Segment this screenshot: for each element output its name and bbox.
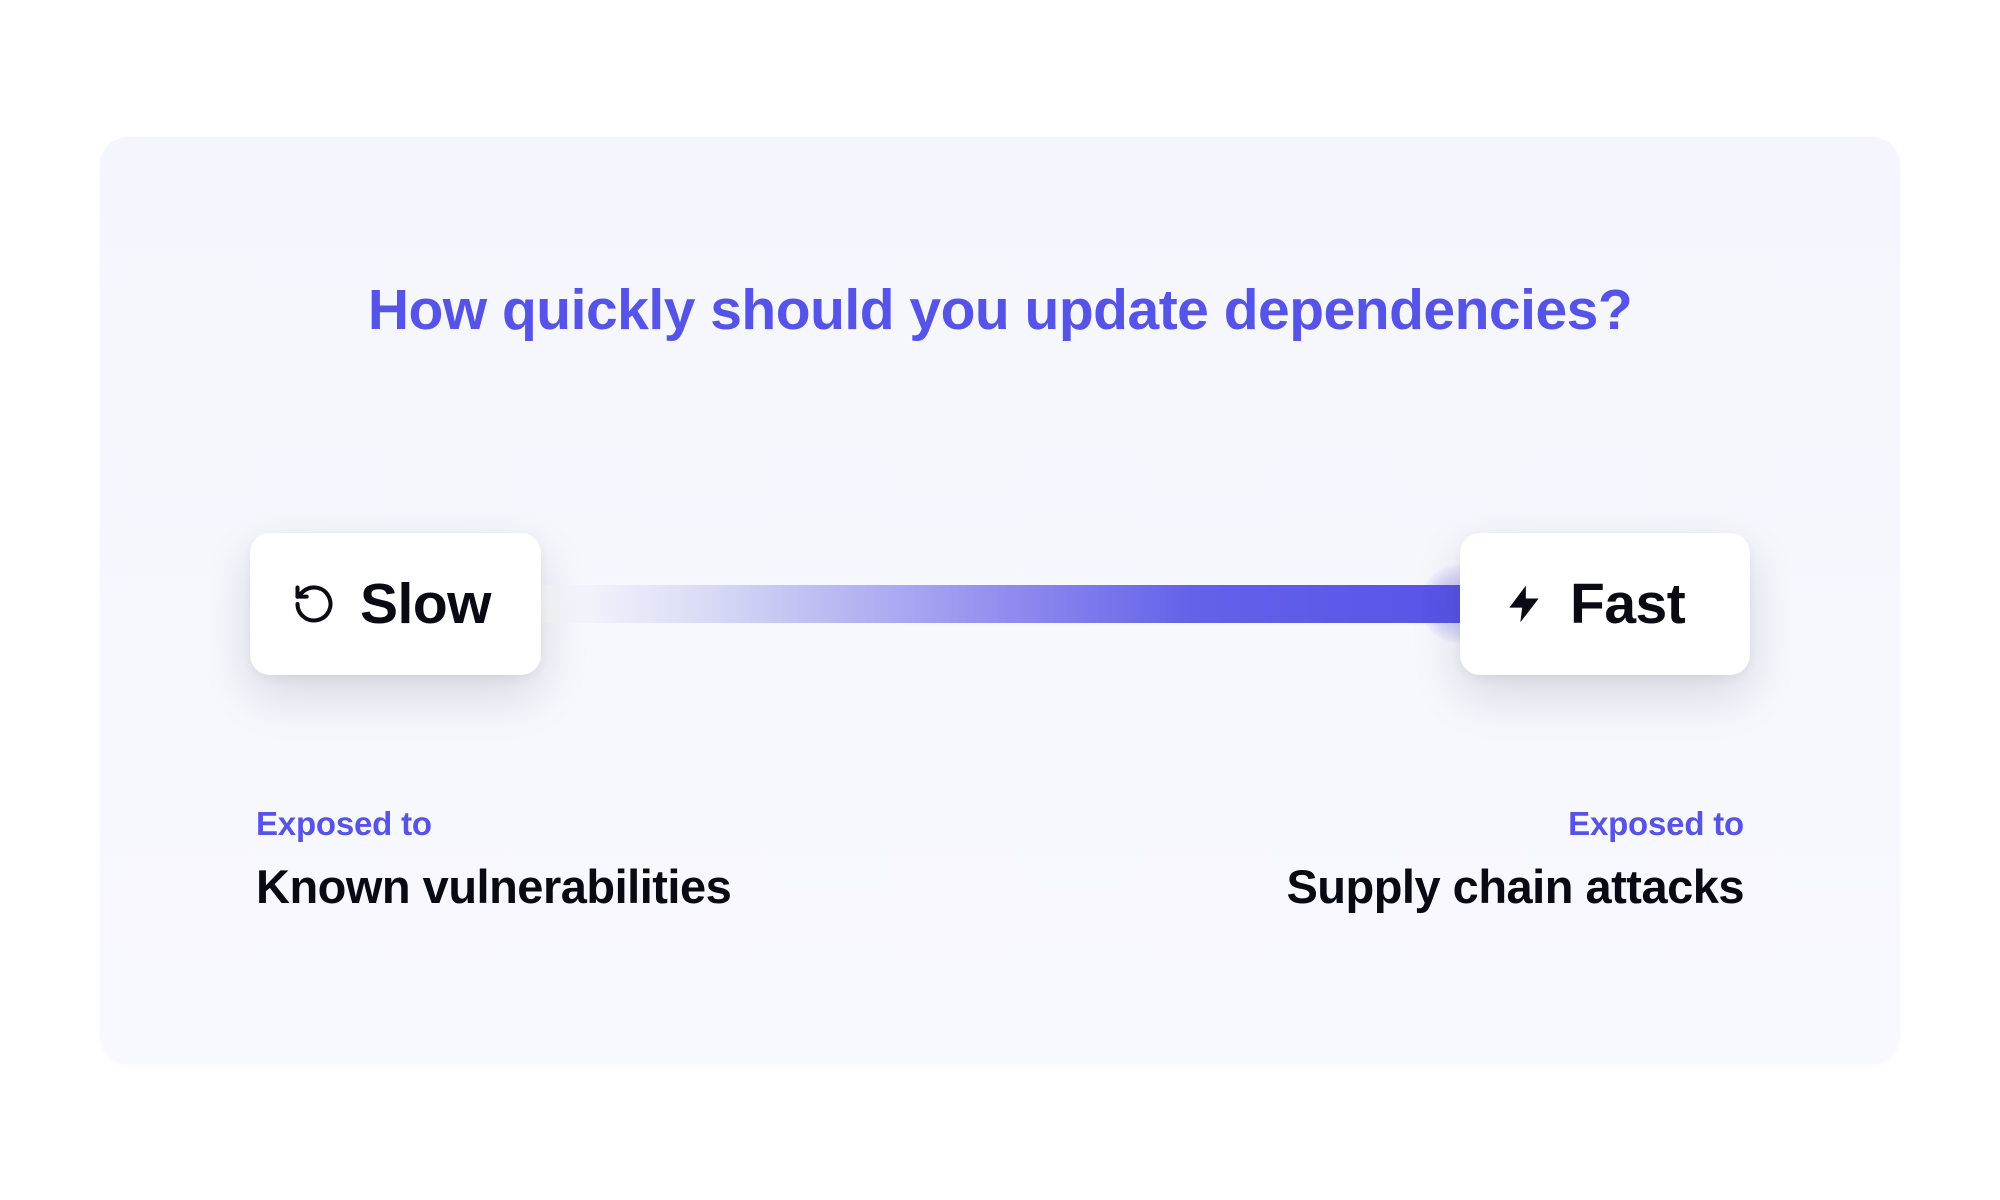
- caption-right: Exposed to Supply chain attacks: [1286, 805, 1744, 914]
- refresh-icon: [292, 582, 336, 626]
- diagram-card: How quickly should you update dependenci…: [100, 137, 1900, 1064]
- slider-track: [520, 585, 1480, 623]
- caption-left: Exposed to Known vulnerabilities: [256, 805, 731, 914]
- slider-row: Slow Fast: [250, 533, 1750, 675]
- caption-right-eyebrow: Exposed to: [1568, 805, 1744, 843]
- slider-endpoint-fast-label: Fast: [1570, 571, 1685, 637]
- caption-left-eyebrow: Exposed to: [256, 805, 731, 843]
- slider-endpoint-fast: Fast: [1460, 533, 1750, 675]
- slider-endpoint-slow-label: Slow: [360, 571, 491, 637]
- slider-endpoint-slow: Slow: [250, 533, 541, 675]
- caption-right-body: Supply chain attacks: [1286, 859, 1744, 914]
- caption-left-body: Known vulnerabilities: [256, 859, 731, 914]
- lightning-icon: [1502, 582, 1546, 626]
- captions-row: Exposed to Known vulnerabilities Exposed…: [250, 805, 1750, 914]
- diagram-title: How quickly should you update dependenci…: [250, 277, 1750, 343]
